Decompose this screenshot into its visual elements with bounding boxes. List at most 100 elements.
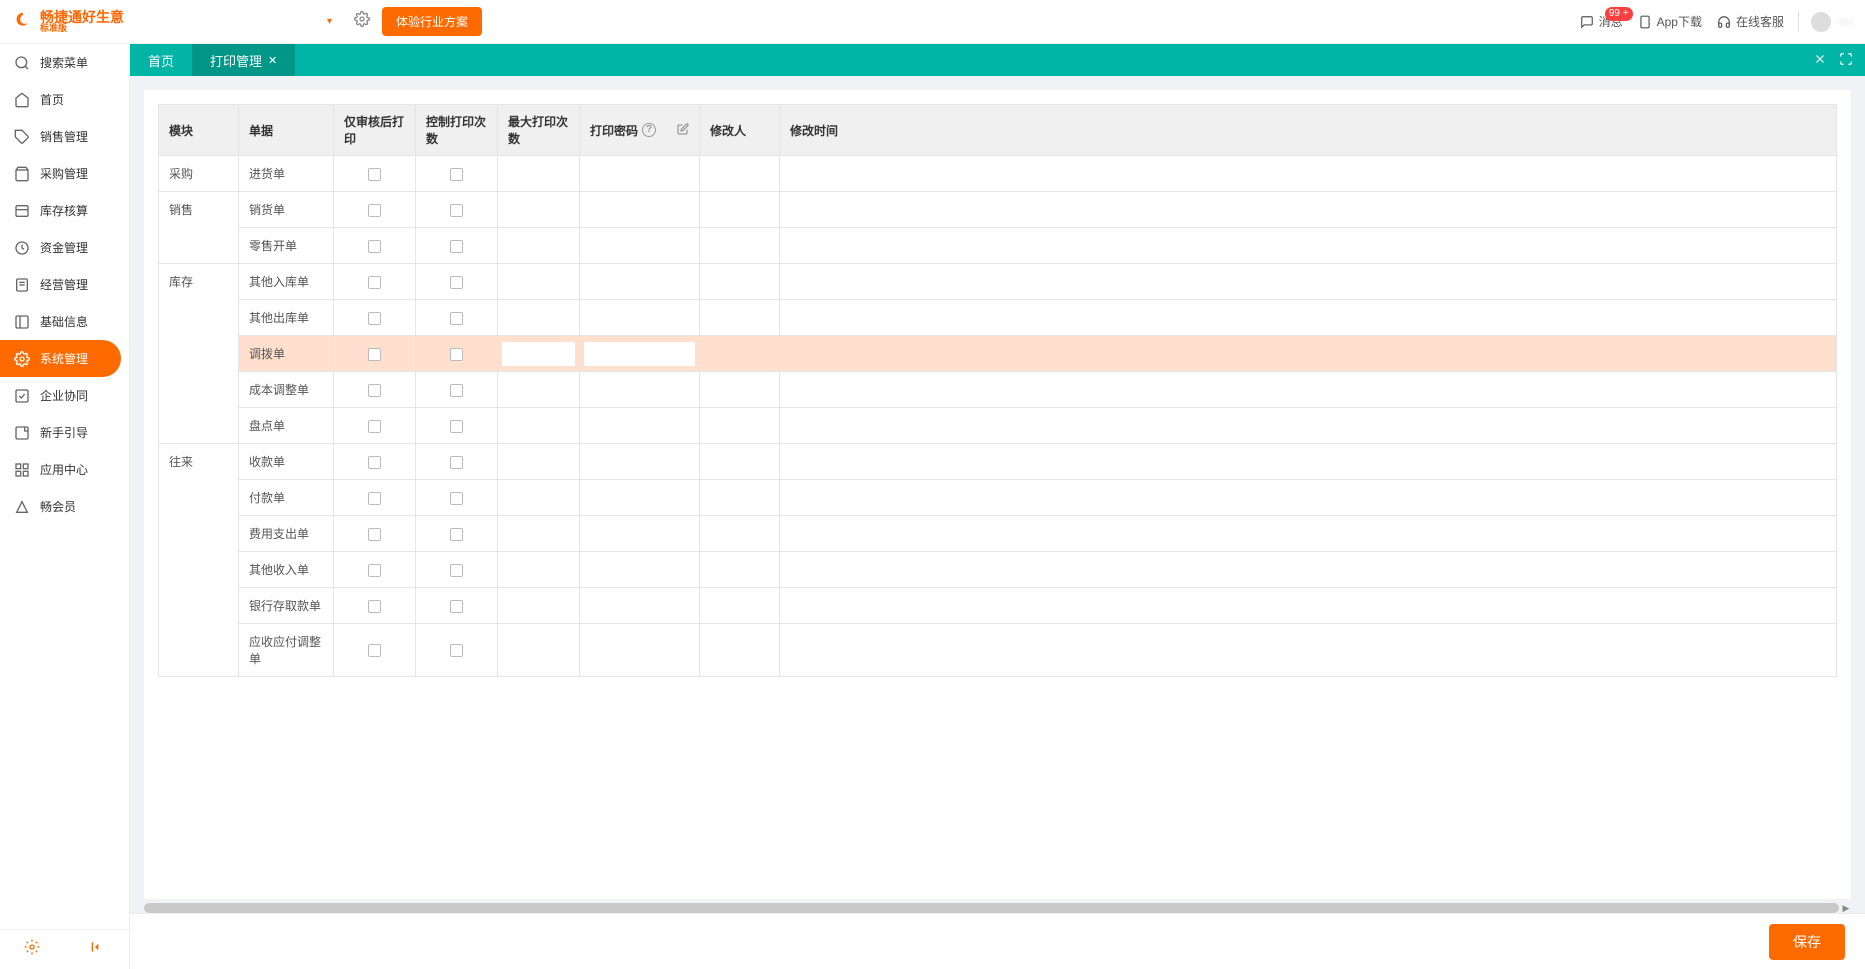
td-document: 调拨单 [239, 336, 334, 372]
table-row[interactable]: 零售开单 [159, 228, 1837, 264]
tab-首页[interactable]: 首页 [130, 44, 192, 76]
td-password [580, 192, 700, 228]
audit-checkbox[interactable] [368, 204, 381, 217]
table-row[interactable]: 盘点单 [159, 408, 1837, 444]
print-settings-table: 模块 单据 仅审核后打印 控制打印次数 最大打印次数 打印密码 ? 修改人 修改… [158, 104, 1837, 677]
table-row[interactable]: 采购进货单 [159, 156, 1837, 192]
audit-checkbox[interactable] [368, 528, 381, 541]
sidebar-inventory-accounting-icon [14, 203, 30, 219]
sidebar-collapse-icon[interactable] [89, 939, 105, 960]
control-checkbox[interactable] [450, 348, 463, 361]
audit-checkbox[interactable] [368, 312, 381, 325]
audit-checkbox[interactable] [368, 492, 381, 505]
td-control [416, 480, 498, 516]
td-audit [334, 336, 416, 372]
fullscreen-icon[interactable] [1839, 52, 1853, 69]
user-name [1837, 20, 1853, 24]
td-document: 费用支出单 [239, 516, 334, 552]
save-button[interactable]: 保存 [1769, 924, 1845, 960]
th-document: 单据 [239, 105, 334, 156]
message-action[interactable]: 消息 99 + [1579, 13, 1623, 30]
settings-gear-icon[interactable] [354, 11, 370, 32]
control-checkbox[interactable] [450, 168, 463, 181]
sidebar-settings-icon[interactable] [24, 939, 40, 960]
table-row[interactable]: 付款单 [159, 480, 1837, 516]
control-checkbox[interactable] [450, 312, 463, 325]
table-row[interactable]: 往来收款单 [159, 444, 1837, 480]
sidebar-sales[interactable]: 销售管理 [0, 118, 129, 155]
td-document: 成本调整单 [239, 372, 334, 408]
control-checkbox[interactable] [450, 240, 463, 253]
sidebar-collaboration[interactable]: 企业协同 [0, 377, 129, 414]
td-password [580, 624, 700, 677]
audit-checkbox[interactable] [368, 564, 381, 577]
sidebar-basic-info[interactable]: 基础信息 [0, 303, 129, 340]
audit-checkbox[interactable] [368, 240, 381, 253]
control-checkbox[interactable] [450, 420, 463, 433]
audit-checkbox[interactable] [368, 644, 381, 657]
control-checkbox[interactable] [450, 204, 463, 217]
table-row[interactable]: 销售销货单 [159, 192, 1837, 228]
industry-plan-button[interactable]: 体验行业方案 [382, 7, 482, 36]
table-row[interactable]: 调拨单 [159, 336, 1837, 372]
table-row[interactable]: 费用支出单 [159, 516, 1837, 552]
sidebar-search-menu[interactable]: 搜索菜单 [0, 44, 129, 81]
control-checkbox[interactable] [450, 384, 463, 397]
audit-checkbox[interactable] [368, 168, 381, 181]
audit-checkbox[interactable] [368, 348, 381, 361]
audit-checkbox[interactable] [368, 420, 381, 433]
sidebar-fund[interactable]: 资金管理 [0, 229, 129, 266]
th-print-password-label: 打印密码 [590, 122, 638, 139]
help-icon[interactable]: ? [642, 123, 656, 137]
sidebar-app-center[interactable]: 应用中心 [0, 451, 129, 488]
close-icon[interactable]: ✕ [268, 54, 277, 67]
scrollbar-thumb[interactable] [144, 903, 1839, 913]
control-checkbox[interactable] [450, 600, 463, 613]
table-row[interactable]: 成本调整单 [159, 372, 1837, 408]
td-document: 其他入库单 [239, 264, 334, 300]
table-row[interactable]: 应收应付调整单 [159, 624, 1837, 677]
audit-checkbox[interactable] [368, 600, 381, 613]
logo-brand: 畅捷通好生意 [40, 10, 124, 24]
close-all-tabs-icon[interactable] [1813, 52, 1827, 69]
sidebar-purchase[interactable]: 采购管理 [0, 155, 129, 192]
control-checkbox[interactable] [450, 644, 463, 657]
audit-checkbox[interactable] [368, 456, 381, 469]
table-row[interactable]: 银行存取款单 [159, 588, 1837, 624]
sidebar-system[interactable]: 系统管理 [0, 340, 121, 377]
control-checkbox[interactable] [450, 456, 463, 469]
sidebar-member[interactable]: 畅会员 [0, 488, 129, 525]
control-checkbox[interactable] [450, 564, 463, 577]
sidebar-home[interactable]: 首页 [0, 81, 129, 118]
max-count-input[interactable] [502, 342, 575, 366]
td-modifier [700, 444, 780, 480]
account-selector[interactable]: ▾ [142, 8, 342, 36]
horizontal-scrollbar[interactable]: ▶ [144, 903, 1851, 913]
scrollbar-right-arrow-icon[interactable]: ▶ [1841, 903, 1851, 913]
control-checkbox[interactable] [450, 276, 463, 289]
tab-打印管理[interactable]: 打印管理✕ [192, 44, 295, 76]
user-avatar-wrap[interactable] [1798, 12, 1853, 32]
sidebar-item-label: 新手引导 [40, 424, 88, 441]
sidebar-inventory-accounting[interactable]: 库存核算 [0, 192, 129, 229]
td-control [416, 300, 498, 336]
online-service-action[interactable]: 在线客服 [1716, 13, 1784, 30]
print-password-input[interactable] [584, 342, 695, 366]
sidebar-system-icon [14, 351, 30, 367]
audit-checkbox[interactable] [368, 276, 381, 289]
table-row[interactable]: 其他收入单 [159, 552, 1837, 588]
table-row[interactable]: 库存其他入库单 [159, 264, 1837, 300]
sidebar-guide[interactable]: 新手引导 [0, 414, 129, 451]
sidebar-item-label: 经营管理 [40, 276, 88, 293]
batch-edit-icon[interactable] [677, 123, 689, 138]
control-checkbox[interactable] [450, 528, 463, 541]
control-checkbox[interactable] [450, 492, 463, 505]
logo-icon [12, 11, 34, 33]
table-row[interactable]: 其他出库单 [159, 300, 1837, 336]
sidebar-business[interactable]: 经营管理 [0, 266, 129, 303]
td-modifier [700, 336, 780, 372]
td-time [780, 228, 1837, 264]
td-audit [334, 156, 416, 192]
app-download-action[interactable]: App下载 [1637, 13, 1702, 30]
audit-checkbox[interactable] [368, 384, 381, 397]
